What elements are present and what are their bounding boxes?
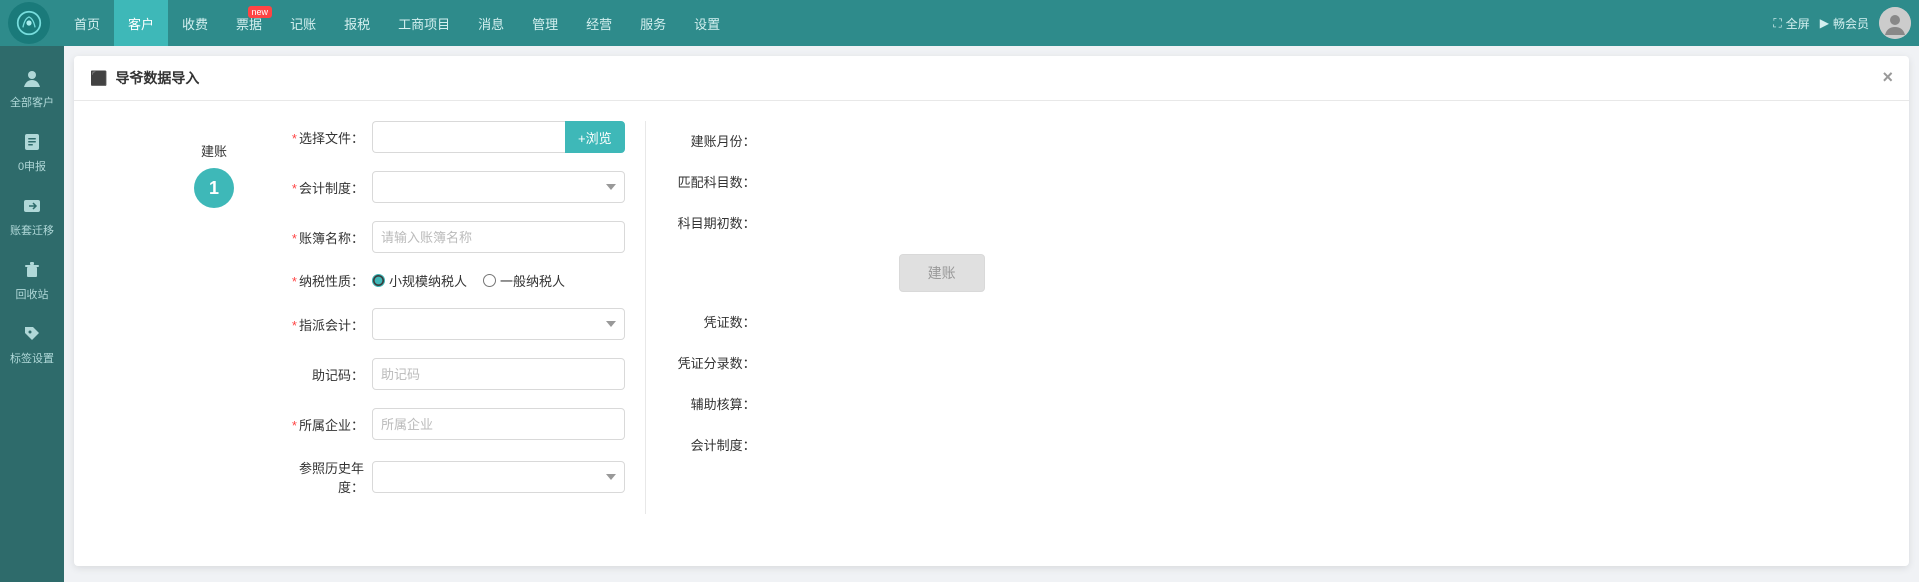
accounting-system2-label: 会计制度： — [666, 435, 756, 454]
file-input[interactable] — [372, 121, 565, 153]
nav-message[interactable]: 消息 — [464, 0, 518, 46]
import-icon: ⬛ — [90, 70, 107, 87]
dialog-panel: ⬛ 导爷数据导入 × 建账 1 * — [74, 56, 1909, 566]
nav-invoices[interactable]: 票据 new — [222, 0, 276, 46]
tax-option1-label[interactable]: 小规模纳税人 — [372, 271, 467, 290]
all-customers-icon — [20, 66, 44, 90]
sidebar: 全部客户 0申报 账套迁移 — [0, 46, 64, 582]
form-right: 建账月份： 匹配科目数： 科目期初数： 建账 — [645, 121, 1025, 514]
ledger-name-row: *账簿名称： — [284, 221, 625, 253]
ledger-name-label: *账簿名称： — [284, 228, 364, 247]
voucher-entries-label: 凭证分录数： — [666, 353, 756, 372]
step-circle: 1 — [194, 168, 234, 208]
browse-button[interactable]: +浏览 — [565, 121, 625, 153]
form-left: *选择文件： +浏览 *会计制度： — [264, 121, 645, 514]
tax-option1-radio[interactable] — [372, 274, 385, 287]
accountant-select[interactable] — [372, 308, 625, 340]
content-area: ⬛ 导爷数据导入 × 建账 1 * — [64, 46, 1919, 582]
member-button[interactable]: ▶ 畅会员 — [1820, 15, 1869, 32]
account-migration-icon — [20, 194, 44, 218]
nav-operation[interactable]: 经营 — [572, 0, 626, 46]
nav-customers[interactable]: 客户 — [114, 0, 168, 46]
build-month-label: 建账月份： — [666, 131, 756, 150]
auxiliary-calc-label: 辅助核算： — [666, 394, 756, 413]
accounting-system-label: *会计制度： — [284, 178, 364, 197]
memo-input[interactable] — [372, 358, 625, 390]
accounting-system-row: *会计制度： — [284, 171, 625, 203]
file-row: *选择文件： +浏览 — [284, 121, 625, 153]
nav-business[interactable]: 工商项目 — [384, 0, 464, 46]
close-button[interactable]: × — [1882, 68, 1893, 86]
tax-type-row: *纳税性质： 小规模纳税人 一般纳税人 — [284, 271, 625, 290]
sidebar-item-recycle[interactable]: 回收站 — [0, 248, 64, 312]
nav-right: ⛶ 全屏 ▶ 畅会员 — [1773, 7, 1911, 39]
nav-home[interactable]: 首页 — [60, 0, 114, 46]
step-label: 建账 — [201, 141, 227, 160]
match-subjects-label: 匹配科目数： — [666, 172, 756, 191]
accounting-system-select[interactable] — [372, 171, 625, 203]
ledger-name-input[interactable] — [372, 221, 625, 253]
file-label: *选择文件： — [284, 128, 364, 147]
initial-subjects-label: 科目期初数： — [666, 213, 756, 232]
memo-row: 助记码： — [284, 358, 625, 390]
tax-type-radio-group: 小规模纳税人 一般纳税人 — [372, 271, 625, 290]
zero-declaration-icon — [20, 130, 44, 154]
dialog-header: ⬛ 导爷数据导入 × — [74, 56, 1909, 101]
tag-settings-icon — [20, 322, 44, 346]
accounting-system2-row: 会计制度： — [666, 435, 1005, 454]
company-input[interactable] — [372, 408, 625, 440]
voucher-count-label: 凭证数： — [666, 312, 756, 331]
ref-year-row: 参照历史年度： — [284, 458, 625, 496]
match-subjects-row: 匹配科目数： — [666, 172, 1005, 191]
logo[interactable] — [8, 2, 50, 44]
nav-billing[interactable]: 收费 — [168, 0, 222, 46]
tax-type-label: *纳税性质： — [284, 271, 364, 290]
build-button[interactable]: 建账 — [899, 254, 985, 292]
member-icon: ▶ — [1820, 16, 1829, 30]
dialog-body: 建账 1 *选择文件： +浏览 — [74, 101, 1909, 534]
auxiliary-calc-row: 辅助核算： — [666, 394, 1005, 413]
accountant-label: *指派会计： — [284, 315, 364, 334]
ref-year-label: 参照历史年度： — [284, 458, 364, 496]
top-nav: 首页 客户 收费 票据 new 记账 报税 工商项目 消息 管理 经营 服务 设… — [0, 0, 1919, 46]
sidebar-item-all-customers[interactable]: 全部客户 — [0, 56, 64, 120]
nav-service[interactable]: 服务 — [626, 0, 680, 46]
fullscreen-button[interactable]: ⛶ 全屏 — [1773, 15, 1809, 32]
file-input-wrap: +浏览 — [372, 121, 625, 153]
company-row: *所属企业： — [284, 408, 625, 440]
main-layout: 全部客户 0申报 账套迁移 — [0, 46, 1919, 582]
nav-settings[interactable]: 设置 — [680, 0, 734, 46]
sidebar-item-zero-declaration[interactable]: 0申报 — [0, 120, 64, 184]
dialog-title: 导爷数据导入 — [115, 68, 199, 88]
nav-items: 首页 客户 收费 票据 new 记账 报税 工商项目 消息 管理 经营 服务 设… — [60, 0, 1773, 46]
recycle-icon — [20, 258, 44, 282]
voucher-count-row: 凭证数： — [666, 312, 1005, 331]
accountant-row: *指派会计： — [284, 308, 625, 340]
nav-bookkeeping[interactable]: 记账 — [276, 0, 330, 46]
tax-option2-label[interactable]: 一般纳税人 — [483, 271, 565, 290]
sidebar-item-account-migration[interactable]: 账套迁移 — [0, 184, 64, 248]
fullscreen-icon: ⛶ — [1773, 16, 1781, 31]
sidebar-item-tag-settings[interactable]: 标签设置 — [0, 312, 64, 376]
memo-label: 助记码： — [284, 365, 364, 384]
nav-manage[interactable]: 管理 — [518, 0, 572, 46]
user-avatar[interactable] — [1879, 7, 1911, 39]
build-month-row: 建账月份： — [666, 131, 1005, 150]
tax-option2-radio[interactable] — [483, 274, 496, 287]
initial-subjects-row: 科目期初数： — [666, 213, 1005, 232]
nav-tax[interactable]: 报税 — [330, 0, 384, 46]
voucher-entries-row: 凭证分录数： — [666, 353, 1005, 372]
company-label: *所属企业： — [284, 415, 364, 434]
ref-year-select[interactable] — [372, 461, 625, 493]
step-area: 建账 1 — [114, 121, 264, 228]
new-badge: new — [248, 6, 273, 18]
